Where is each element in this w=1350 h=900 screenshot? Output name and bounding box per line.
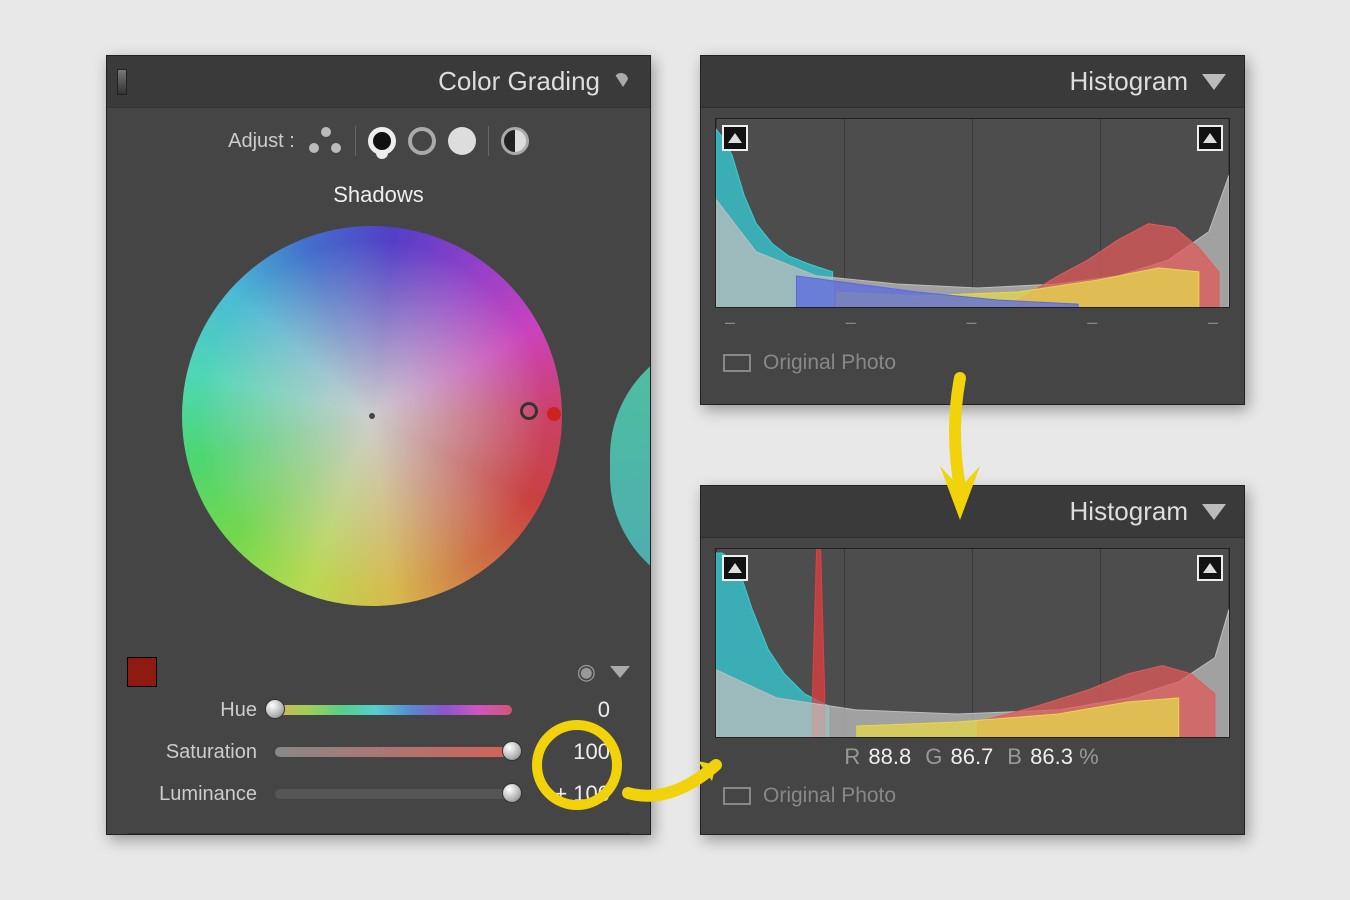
panel-title: Histogram bbox=[1070, 496, 1188, 527]
section-title: Shadows bbox=[107, 164, 650, 216]
luminance-slider-thumb[interactable] bbox=[502, 783, 522, 803]
chevron-down-icon[interactable] bbox=[610, 666, 630, 678]
photo-icon bbox=[723, 787, 751, 805]
wheel-selection-dot[interactable] bbox=[547, 407, 561, 421]
histogram-after-panel: Histogram R 88.8 G 86.7 B 86.3 % Origina… bbox=[700, 485, 1245, 835]
panel-title: Color Grading bbox=[438, 66, 600, 97]
collapse-icon[interactable] bbox=[1202, 504, 1226, 520]
global-mode-icon[interactable] bbox=[501, 127, 529, 155]
histogram-chart[interactable] bbox=[715, 548, 1230, 738]
histogram-before-panel: Histogram ––––– Original Photo bbox=[700, 55, 1245, 405]
rgb-readout: R 88.8 G 86.7 B 86.3 % bbox=[701, 738, 1244, 770]
footer-label: Original Photo bbox=[763, 351, 896, 375]
shadows-mode-icon[interactable] bbox=[368, 127, 396, 155]
luminance-slider[interactable] bbox=[275, 789, 512, 799]
hue-value[interactable]: 0 bbox=[530, 697, 610, 723]
saturation-slider[interactable] bbox=[275, 747, 512, 757]
histogram-footer: Original Photo bbox=[701, 337, 1244, 391]
saturation-value[interactable]: 100 bbox=[530, 739, 610, 765]
wheel-center-marker bbox=[369, 413, 375, 419]
panel-drag-handle[interactable] bbox=[117, 69, 127, 95]
wheel-selection-ring[interactable] bbox=[520, 402, 538, 420]
luminance-label: Luminance bbox=[147, 783, 257, 806]
collapse-icon[interactable] bbox=[1202, 74, 1226, 90]
separator bbox=[355, 126, 356, 156]
region-indicators: ––––– bbox=[701, 308, 1244, 337]
panel-options-icon[interactable] bbox=[614, 73, 632, 91]
hue-slider-thumb[interactable] bbox=[265, 699, 285, 719]
adjacent-wheel-peek[interactable] bbox=[610, 336, 650, 596]
three-way-icon[interactable] bbox=[309, 127, 343, 155]
color-grading-header: Color Grading bbox=[107, 56, 650, 108]
histogram-header: Histogram bbox=[701, 486, 1244, 538]
shadow-clip-indicator[interactable] bbox=[722, 555, 748, 581]
footer-label: Original Photo bbox=[763, 784, 896, 808]
separator bbox=[488, 126, 489, 156]
histogram-header: Histogram bbox=[701, 56, 1244, 108]
highlight-clip-indicator[interactable] bbox=[1197, 125, 1223, 151]
saturation-slider-row: Saturation 100 bbox=[147, 739, 610, 765]
luminance-value[interactable]: + 100 bbox=[530, 781, 610, 807]
panel-title: Histogram bbox=[1070, 66, 1188, 97]
sliders-group: Hue 0 Saturation 100 Luminance + 100 bbox=[107, 687, 650, 827]
adjust-label: Adjust : bbox=[228, 130, 295, 153]
luminance-slider-row: Luminance + 100 bbox=[147, 781, 610, 807]
visibility-icon[interactable]: ◉ bbox=[577, 659, 596, 685]
adjust-mode-row: Adjust : bbox=[107, 108, 650, 164]
highlight-clip-indicator[interactable] bbox=[1197, 555, 1223, 581]
midtones-mode-icon[interactable] bbox=[408, 127, 436, 155]
histogram-plot bbox=[716, 119, 1229, 308]
color-wheel-area: ◉ bbox=[107, 216, 650, 687]
saturation-slider-thumb[interactable] bbox=[502, 741, 522, 761]
color-swatch[interactable] bbox=[127, 657, 157, 687]
histogram-chart[interactable] bbox=[715, 118, 1230, 308]
hue-slider-row: Hue 0 bbox=[147, 697, 610, 723]
highlights-mode-icon[interactable] bbox=[448, 127, 476, 155]
histogram-plot bbox=[716, 549, 1229, 738]
panel-divider bbox=[127, 833, 630, 834]
saturation-label: Saturation bbox=[147, 741, 257, 764]
color-grading-panel: Color Grading Adjust : Shadows ◉ Hue bbox=[106, 55, 651, 835]
photo-icon bbox=[723, 354, 751, 372]
hue-label: Hue bbox=[147, 699, 257, 722]
hue-slider[interactable] bbox=[275, 705, 512, 715]
histogram-footer: Original Photo bbox=[701, 770, 1244, 824]
shadow-clip-indicator[interactable] bbox=[722, 125, 748, 151]
